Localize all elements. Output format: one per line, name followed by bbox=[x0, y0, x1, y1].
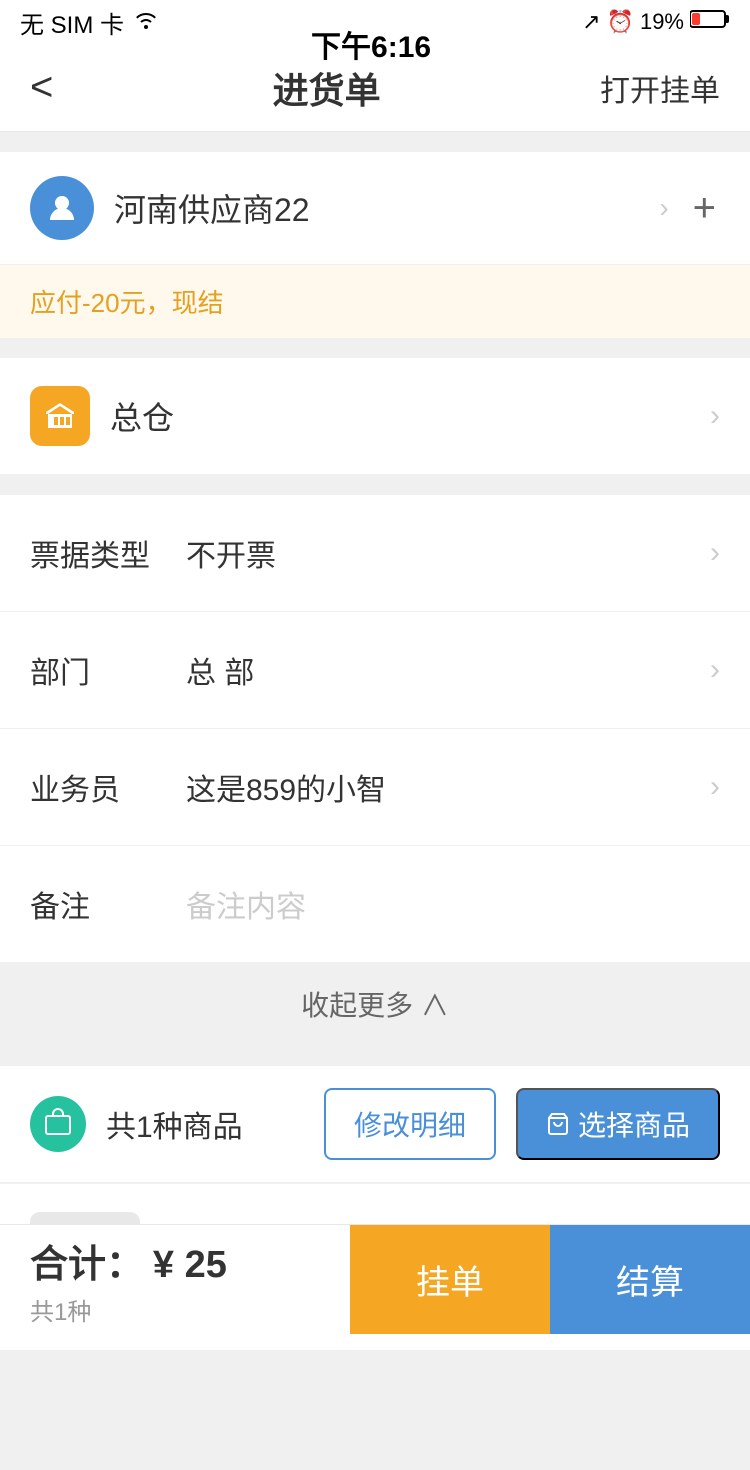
add-supplier-button[interactable]: + bbox=[689, 186, 720, 231]
remark-row[interactable]: 备注 备注内容 bbox=[0, 845, 750, 962]
total-label: 合计： bbox=[30, 1244, 144, 1286]
section-gap-1 bbox=[0, 132, 750, 152]
hang-button[interactable]: 挂单 bbox=[350, 1225, 550, 1334]
department-chevron-icon: › bbox=[710, 653, 720, 687]
bottom-total: 合计： ¥ 25 共1种 bbox=[0, 1225, 350, 1334]
supplier-chevron-icon: › bbox=[659, 192, 668, 224]
total-amount: ¥ 25 bbox=[153, 1244, 227, 1286]
wifi-icon bbox=[132, 8, 160, 36]
remark-label: 备注 bbox=[30, 882, 170, 926]
back-button[interactable]: < bbox=[30, 65, 53, 110]
page-title: 进货单 bbox=[273, 62, 381, 114]
section-gap-2 bbox=[0, 338, 750, 358]
products-icon bbox=[30, 1096, 86, 1152]
ticket-type-label: 票据类型 bbox=[30, 531, 170, 575]
supplier-notice: 应付-20元，现结 bbox=[0, 265, 750, 338]
open-hang-button[interactable]: 打开挂单 bbox=[600, 66, 720, 110]
warehouse-name: 总仓 bbox=[110, 393, 710, 439]
salesperson-label: 业务员 bbox=[30, 765, 170, 809]
edit-detail-button[interactable]: 修改明细 bbox=[324, 1088, 496, 1160]
products-count: 共1种商品 bbox=[106, 1102, 304, 1146]
alarm-icon: ⏰ bbox=[607, 9, 634, 35]
total-main: 合计： ¥ 25 bbox=[30, 1233, 320, 1288]
total-sub: 共1种 bbox=[30, 1292, 320, 1327]
collapse-button[interactable]: 收起更多 ∧ bbox=[0, 962, 750, 1046]
salesperson-value: 这是859的小智 bbox=[186, 765, 710, 809]
form-section: 票据类型 不开票 › 部门 总 部 › 业务员 这是859的小智 › 备注 备注… bbox=[0, 494, 750, 962]
supplier-row[interactable]: 河南供应商22 › + bbox=[0, 152, 750, 265]
select-product-label: 选择商品 bbox=[578, 1104, 690, 1144]
checkout-button[interactable]: 结算 bbox=[550, 1225, 750, 1334]
battery-label: 19% bbox=[640, 9, 684, 35]
location-icon: ↗ bbox=[582, 9, 600, 35]
warehouse-row[interactable]: 总仓 › bbox=[0, 358, 750, 474]
status-left: 无 SIM 卡 bbox=[20, 5, 160, 40]
department-value: 总 部 bbox=[186, 648, 710, 692]
carrier-label: 无 SIM 卡 bbox=[20, 5, 124, 40]
status-right: ↗ ⏰ 19% bbox=[582, 9, 730, 35]
salesperson-row[interactable]: 业务员 这是859的小智 › bbox=[0, 728, 750, 845]
ticket-type-chevron-icon: › bbox=[710, 536, 720, 570]
remark-placeholder[interactable]: 备注内容 bbox=[186, 882, 720, 926]
warehouse-icon bbox=[30, 386, 90, 446]
products-header: 共1种商品 修改明细 选择商品 bbox=[0, 1066, 750, 1182]
warehouse-section[interactable]: 总仓 › bbox=[0, 358, 750, 474]
ticket-type-row[interactable]: 票据类型 不开票 › bbox=[0, 494, 750, 611]
time-label: 下午6:16 bbox=[311, 22, 431, 66]
supplier-name: 河南供应商22 bbox=[114, 185, 659, 231]
supplier-section: 河南供应商22 › + 应付-20元，现结 bbox=[0, 152, 750, 338]
department-label: 部门 bbox=[30, 648, 170, 692]
bottom-bar: 合计： ¥ 25 共1种 挂单 结算 bbox=[0, 1224, 750, 1334]
bottom-spacer bbox=[0, 1350, 750, 1470]
salesperson-chevron-icon: › bbox=[710, 770, 720, 804]
cart-icon bbox=[546, 1112, 570, 1136]
warehouse-chevron-icon: › bbox=[710, 399, 720, 433]
section-gap-3 bbox=[0, 474, 750, 494]
department-row[interactable]: 部门 总 部 › bbox=[0, 611, 750, 728]
select-product-button[interactable]: 选择商品 bbox=[516, 1088, 720, 1160]
ticket-type-value: 不开票 bbox=[186, 531, 710, 575]
status-bar: 无 SIM 卡 下午6:16 ↗ ⏰ 19% bbox=[0, 0, 750, 44]
battery-icon bbox=[690, 9, 730, 35]
supplier-avatar bbox=[30, 176, 94, 240]
